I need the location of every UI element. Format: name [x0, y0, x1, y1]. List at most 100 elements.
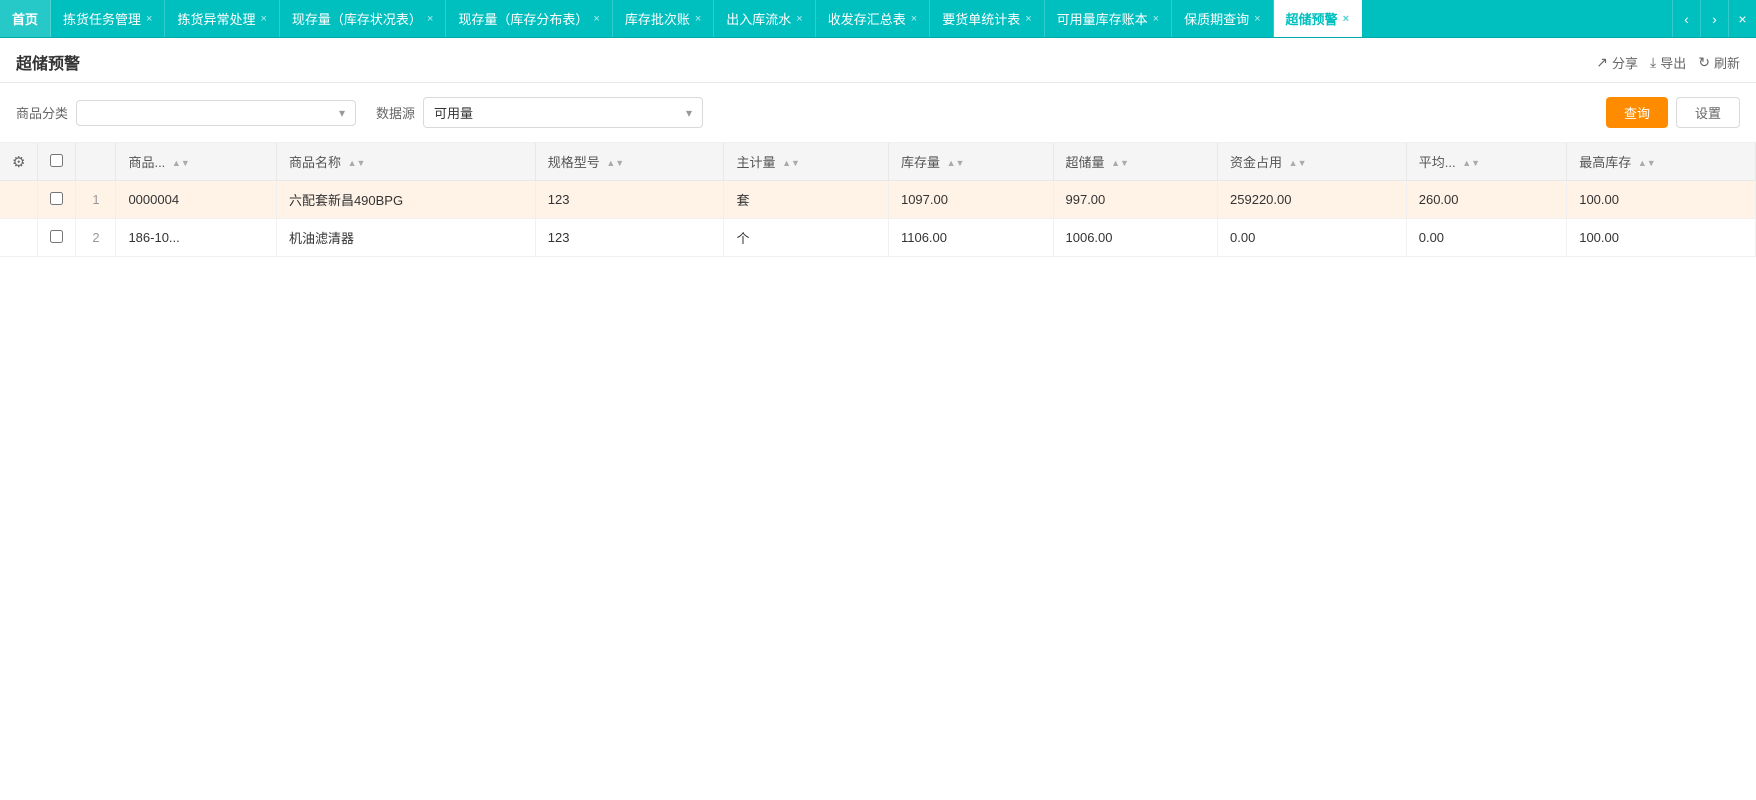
table-container: ⚙ 商品... ▲▼ 商品名称 ▲▼ 规格型号 [0, 143, 1756, 257]
product-code-col-header[interactable]: 商品... ▲▼ [116, 143, 276, 181]
nav-item-stock-dist[interactable]: 现存量（库存分布表） × [446, 0, 612, 38]
sort-icon: ▲▼ [172, 159, 190, 168]
row-product-code: 186-10... [116, 219, 276, 257]
settings-col-header: ⚙ [0, 143, 38, 181]
share-icon: ↗ [1596, 54, 1608, 71]
overstock-qty-col-header[interactable]: 超储量 ▲▼ [1053, 143, 1218, 181]
nav-item-stock-status[interactable]: 现存量（库存状况表） × [280, 0, 446, 38]
row-number: 2 [76, 219, 116, 257]
share-label: 分享 [1612, 53, 1638, 72]
page-header: 超储预警 ↗ 分享 ⤓ 导出 ↻ 刷新 [0, 38, 1756, 83]
row-checkbox[interactable] [50, 230, 63, 243]
refresh-icon: ↻ [1698, 54, 1710, 71]
row-number: 1 [76, 181, 116, 219]
nav-label: 保质期查询 [1184, 9, 1249, 28]
refresh-label: 刷新 [1714, 53, 1740, 72]
capital-occ-col-header[interactable]: 资金占用 ▲▼ [1218, 143, 1407, 181]
share-button[interactable]: ↗ 分享 [1596, 53, 1638, 72]
row-stock-qty: 1106.00 [888, 219, 1053, 257]
nav-label: 出入库流水 [726, 9, 791, 28]
table-row: 1 0000004 六配套新昌490BPG 123 套 1097.00 997.… [0, 181, 1756, 219]
row-unit: 套 [724, 181, 889, 219]
header-actions: ↗ 分享 ⤓ 导出 ↻ 刷新 [1596, 53, 1740, 72]
sort-icon: ▲▼ [1289, 159, 1307, 168]
nav-item-expiry[interactable]: 保质期查询 × [1172, 0, 1273, 38]
category-label: 商品分类 [16, 103, 68, 122]
close-icon[interactable]: × [1153, 13, 1159, 25]
nav-item-batch[interactable]: 库存批次账 × [613, 0, 714, 38]
close-icon[interactable]: × [427, 13, 433, 25]
category-select[interactable]: ▾ [76, 100, 356, 126]
row-settings-cell [0, 219, 38, 257]
unit-col-header[interactable]: 主计量 ▲▼ [724, 143, 889, 181]
row-product-code: 0000004 [116, 181, 276, 219]
row-settings-cell [0, 181, 38, 219]
max-stock-col-header[interactable]: 最高库存 ▲▼ [1567, 143, 1756, 181]
sort-icon: ▲▼ [1638, 159, 1656, 168]
nav-item-avail-ledger[interactable]: 可用量库存账本 × [1045, 0, 1172, 38]
row-checkbox-cell [38, 181, 76, 219]
nav-item-inout-flow[interactable]: 出入库流水 × [714, 0, 815, 38]
gear-icon[interactable]: ⚙ [12, 154, 25, 171]
close-icon[interactable]: × [1025, 13, 1031, 25]
top-navigation: 首页 拣货任务管理 × 拣货异常处理 × 现存量（库存状况表） × 现存量（库存… [0, 0, 1756, 38]
row-avg: 0.00 [1406, 219, 1566, 257]
category-filter-group: 商品分类 ▾ [16, 100, 356, 126]
row-spec: 123 [535, 219, 724, 257]
row-max-stock: 100.00 [1567, 219, 1756, 257]
row-avg: 260.00 [1406, 181, 1566, 219]
close-icon[interactable]: × [1254, 13, 1260, 25]
datasource-label: 数据源 [376, 103, 415, 122]
row-overstock-qty: 1006.00 [1053, 219, 1218, 257]
close-icon[interactable]: × [1343, 13, 1349, 25]
close-icon[interactable]: × [146, 13, 152, 25]
rownum-col-header [76, 143, 116, 181]
close-icon[interactable]: × [260, 13, 266, 25]
nav-item-abnormal[interactable]: 拣货异常处理 × [165, 0, 279, 38]
sort-icon: ▲▼ [782, 159, 800, 168]
close-icon[interactable]: × [695, 13, 701, 25]
nav-label: 收发存汇总表 [828, 9, 906, 28]
product-name-col-header[interactable]: 商品名称 ▲▼ [276, 143, 535, 181]
table-body: 1 0000004 六配套新昌490BPG 123 套 1097.00 997.… [0, 181, 1756, 257]
nav-close-arrow[interactable]: × [1728, 0, 1756, 38]
avg-col-header[interactable]: 平均... ▲▼ [1406, 143, 1566, 181]
export-button[interactable]: ⤓ 导出 [1650, 53, 1686, 72]
nav-item-collect[interactable]: 收发存汇总表 × [816, 0, 930, 38]
nav-item-home[interactable]: 首页 [0, 0, 51, 38]
row-product-name: 机油滤清器 [276, 219, 535, 257]
datasource-select[interactable]: 可用量 ▾ [423, 97, 703, 128]
chevron-down-icon: ▾ [686, 106, 692, 120]
select-all-checkbox[interactable] [50, 154, 63, 167]
nav-right-arrow[interactable]: › [1700, 0, 1728, 38]
chevron-down-icon: ▾ [339, 106, 345, 120]
close-icon[interactable]: × [911, 13, 917, 25]
nav-label: 拣货任务管理 [63, 9, 141, 28]
nav-label: 超储预警 [1286, 9, 1338, 28]
filter-actions: 查询 设置 [1606, 97, 1740, 128]
data-table: ⚙ 商品... ▲▼ 商品名称 ▲▼ 规格型号 [0, 143, 1756, 257]
row-overstock-qty: 997.00 [1053, 181, 1218, 219]
nav-label: 拣货异常处理 [177, 9, 255, 28]
sort-icon: ▲▼ [1462, 159, 1480, 168]
sort-icon: ▲▼ [606, 159, 624, 168]
page-title: 超储预警 [16, 50, 80, 74]
nav-left-arrow[interactable]: ‹ [1672, 0, 1700, 38]
nav-label: 要货单统计表 [942, 9, 1020, 28]
row-checkbox-cell [38, 219, 76, 257]
nav-item-overstock[interactable]: 超储预警 × [1274, 0, 1362, 38]
stock-qty-col-header[interactable]: 库存量 ▲▼ [888, 143, 1053, 181]
nav-item-order-stat[interactable]: 要货单统计表 × [930, 0, 1044, 38]
close-icon[interactable]: × [796, 13, 802, 25]
export-label: 导出 [1660, 53, 1686, 72]
close-icon[interactable]: × [593, 13, 599, 25]
sort-icon: ▲▼ [947, 159, 965, 168]
query-button[interactable]: 查询 [1606, 97, 1668, 128]
nav-label: 可用量库存账本 [1057, 9, 1148, 28]
refresh-button[interactable]: ↻ 刷新 [1698, 53, 1740, 72]
spec-col-header[interactable]: 规格型号 ▲▼ [535, 143, 724, 181]
row-checkbox[interactable] [50, 192, 63, 205]
datasource-filter-group: 数据源 可用量 ▾ [376, 97, 703, 128]
settings-button[interactable]: 设置 [1676, 97, 1740, 128]
nav-item-task-mgmt[interactable]: 拣货任务管理 × [51, 0, 165, 38]
